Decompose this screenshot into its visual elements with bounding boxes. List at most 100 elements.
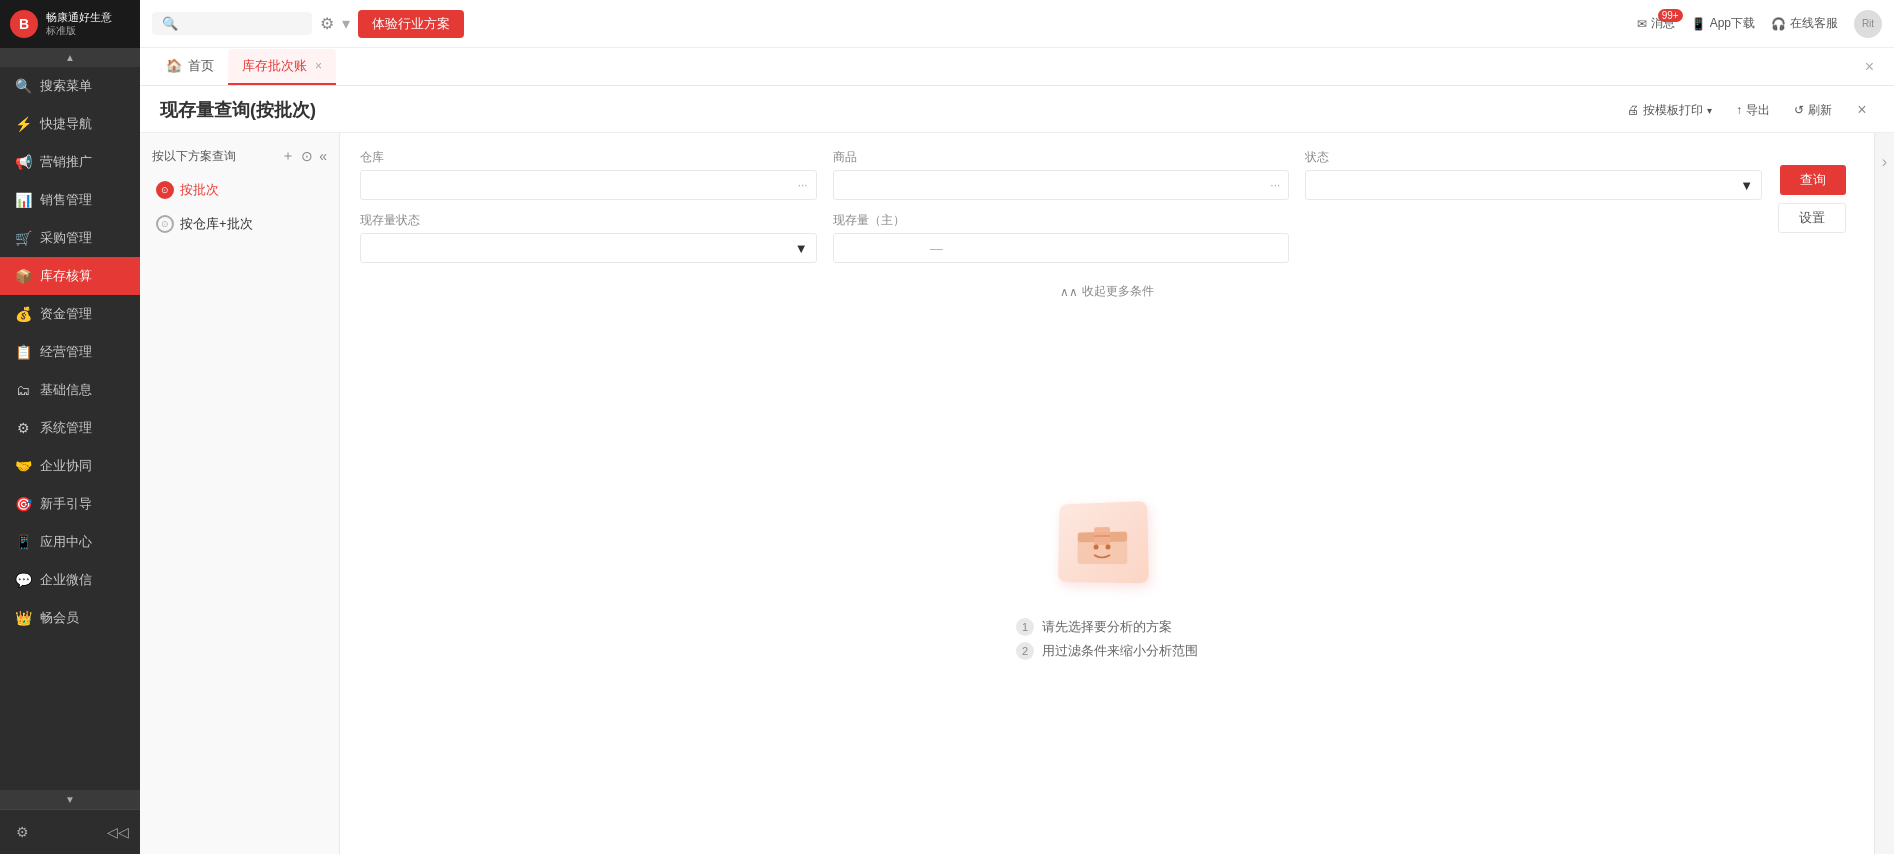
sidebar: B 畅康通好生意 标准版 ▲ 🔍 搜索菜单 ⚡ 快捷导航 📢 营销推广 📊 销售…	[0, 0, 140, 854]
sidebar-item-enterprise[interactable]: 🤝 企业协同	[0, 447, 140, 485]
sidebar-item-label: 销售管理	[40, 191, 92, 209]
stock-status-select[interactable]: ▼	[360, 233, 817, 263]
online-service-btn[interactable]: 🎧 在线客服	[1771, 15, 1838, 32]
sidebar-footer: ⚙ ◁◁	[0, 809, 140, 854]
sidebar-item-system[interactable]: ⚙ 系统管理	[0, 409, 140, 447]
collapse-more-btn[interactable]: ∧∧ 收起更多条件	[340, 275, 1874, 308]
app-download-btn[interactable]: 📱 App下载	[1691, 15, 1755, 32]
export-icon: ↑	[1736, 103, 1742, 117]
stock-status-label: 现存量状态	[360, 212, 817, 229]
chevron-down-icon[interactable]: ▾	[342, 14, 350, 33]
tab-home[interactable]: 🏠 首页	[152, 49, 228, 85]
right-panel-icon: ›	[1882, 153, 1887, 171]
collapse-up-icon: ∧∧	[1060, 285, 1078, 299]
filter-panel-header: 按以下方案查询 ＋ ⊙ «	[140, 143, 339, 173]
topbar: 🔍 ⚙ ▾ 体验行业方案 ✉ 消息 99+ 📱 App下载 🎧 在线客服 Rit	[140, 0, 1894, 48]
collapse-filter-icon[interactable]: «	[319, 148, 327, 164]
sidebar-item-member[interactable]: 👑 畅会员	[0, 599, 140, 637]
right-panel[interactable]: ›	[1874, 133, 1894, 854]
warehouse-more-icon[interactable]: ···	[798, 178, 808, 192]
close-btn[interactable]: ×	[1857, 58, 1882, 76]
message-btn[interactable]: ✉ 消息 99+	[1637, 15, 1675, 32]
topbar-search[interactable]: 🔍	[152, 12, 312, 35]
sidebar-item-label: 应用中心	[40, 533, 92, 551]
tab-inventory-batch[interactable]: 库存批次账 ×	[228, 49, 336, 85]
search-nav-icon: 🔍	[14, 77, 32, 95]
filter-fields-area: 仓库 ··· 商品 ···	[360, 149, 1762, 275]
app-version: 标准版	[46, 24, 112, 38]
product-input[interactable]: ···	[833, 170, 1290, 200]
finance-icon: 💰	[14, 305, 32, 323]
collapse-sidebar-btn[interactable]: ◁◁	[104, 818, 132, 846]
sidebar-item-sales[interactable]: 📊 销售管理	[0, 181, 140, 219]
sidebar-item-apps[interactable]: 📱 应用中心	[0, 523, 140, 561]
system-icon: ⚙	[14, 419, 32, 437]
query-buttons: 查询 设置	[1778, 149, 1854, 233]
avatar[interactable]: Rit	[1854, 10, 1882, 38]
sidebar-item-quick[interactable]: ⚡ 快捷导航	[0, 105, 140, 143]
sidebar-item-finance[interactable]: 💰 资金管理	[0, 295, 140, 333]
content-area: 现存量查询(按批次) 🖨 按模板打印 ▾ ↑ 导出 ↺ 刷新	[140, 86, 1894, 854]
app-download-label: App下载	[1710, 15, 1755, 32]
warehouse-input[interactable]: ···	[360, 170, 817, 200]
headset-icon: 🎧	[1771, 17, 1786, 31]
sidebar-item-purchase[interactable]: 🛒 采购管理	[0, 219, 140, 257]
app-name: 畅康通好生意	[46, 10, 112, 24]
settings-btn[interactable]: 设置	[1778, 203, 1846, 233]
sidebar-item-operations[interactable]: 📋 经营管理	[0, 333, 140, 371]
filter-warehouse: 仓库 ···	[360, 149, 817, 200]
tab-inventory-label: 库存批次账	[242, 57, 307, 75]
stock-main-to[interactable]	[951, 241, 1031, 256]
sidebar-item-search[interactable]: 🔍 搜索菜单	[0, 67, 140, 105]
sidebar-item-wechat[interactable]: 💬 企业微信	[0, 561, 140, 599]
status-select[interactable]: ▼	[1305, 170, 1762, 200]
settings-footer-btn[interactable]: ⚙	[8, 818, 36, 846]
sidebar-item-guide[interactable]: 🎯 新手引导	[0, 485, 140, 523]
gear-icon[interactable]: ⚙	[320, 14, 334, 33]
trial-btn[interactable]: 体验行业方案	[358, 10, 464, 38]
add-scheme-icon[interactable]: ＋	[281, 147, 295, 165]
warehouse-label: 仓库	[360, 149, 817, 166]
settings-scheme-icon[interactable]: ⊙	[301, 148, 313, 164]
tab-close-btn[interactable]: ×	[315, 60, 322, 72]
content-body: 按以下方案查询 ＋ ⊙ « ⊙ 按批次 ⊙ 按仓库+批次	[140, 133, 1894, 854]
scroll-up-btn[interactable]: ▲	[0, 48, 140, 67]
filter-top-row: 仓库 ··· 商品 ···	[340, 133, 1874, 275]
refresh-btn[interactable]: ↺ 刷新	[1788, 99, 1838, 122]
operations-icon: 📋	[14, 343, 32, 361]
scheme-batch-label: 按批次	[180, 181, 219, 199]
print-label: 按模板打印	[1643, 102, 1703, 119]
stock-main-from[interactable]	[842, 241, 922, 256]
sidebar-item-label: 库存核算	[40, 267, 92, 285]
app-info: 畅康通好生意 标准版	[46, 10, 112, 38]
sidebar-header: B 畅康通好生意 标准版	[0, 0, 140, 48]
scroll-down-btn[interactable]: ▼	[0, 790, 140, 809]
empty-icon-box	[1058, 501, 1149, 583]
filter-product: 商品 ···	[833, 149, 1290, 200]
scheme-item-warehouse-batch[interactable]: ⊙ 按仓库+批次	[140, 207, 339, 241]
product-more-icon[interactable]: ···	[1270, 178, 1280, 192]
filter-panel-icons: ＋ ⊙ «	[281, 147, 327, 165]
scheme-item-batch[interactable]: ⊙ 按批次	[140, 173, 339, 207]
sidebar-item-inventory[interactable]: 📦 库存核算	[0, 257, 140, 295]
empty-box-svg	[1073, 516, 1133, 567]
close-panel-btn[interactable]: ×	[1850, 98, 1874, 122]
stock-main-range[interactable]: —	[833, 233, 1290, 263]
range-separator: —	[930, 241, 943, 256]
sidebar-item-marketing[interactable]: 📢 营销推广	[0, 143, 140, 181]
home-icon: 🏠	[166, 58, 182, 73]
print-btn[interactable]: 🖨 按模板打印 ▾	[1621, 99, 1718, 122]
online-service-label: 在线客服	[1790, 15, 1838, 32]
sidebar-item-label: 基础信息	[40, 381, 92, 399]
guide-icon: 🎯	[14, 495, 32, 513]
step-1-num: 1	[1016, 618, 1034, 636]
sidebar-item-basics[interactable]: 🗂 基础信息	[0, 371, 140, 409]
export-btn[interactable]: ↑ 导出	[1730, 99, 1776, 122]
sidebar-item-label: 采购管理	[40, 229, 92, 247]
filter-row-2: 现存量状态 ▼ 现存量（主） —	[360, 212, 1762, 263]
sidebar-item-label: 资金管理	[40, 305, 92, 323]
empty-text: 1 请先选择要分析的方案 2 用过滤条件来缩小分析范围	[1016, 618, 1198, 660]
query-btn[interactable]: 查询	[1780, 165, 1846, 195]
product-label: 商品	[833, 149, 1290, 166]
page-title: 现存量查询(按批次)	[160, 98, 316, 122]
